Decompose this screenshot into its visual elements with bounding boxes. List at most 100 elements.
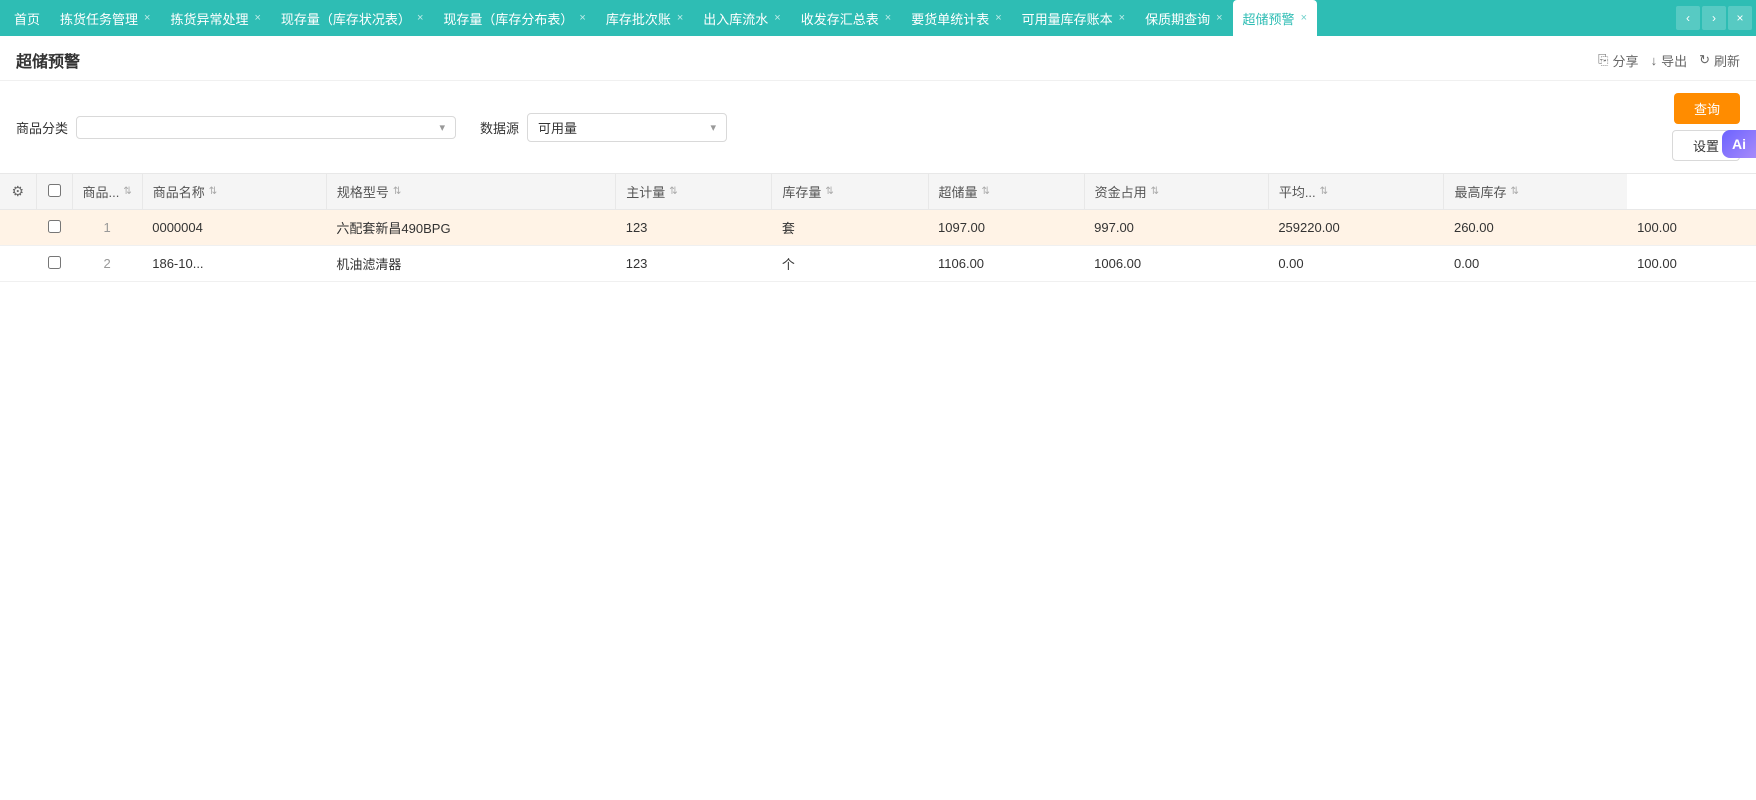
nav-close-icon[interactable]: × [254,12,260,24]
row-spec: 123 [616,246,772,282]
nav-item-拣货异常处理[interactable]: 拣货异常处理 × [160,0,270,36]
th-overflow[interactable]: 超储量 ⇅ [928,174,1084,210]
page-title: 超储预警 [16,48,80,72]
nav-item-首页[interactable]: 首页 [4,0,50,36]
row-gear-cell [0,246,36,282]
nav-item-现存量库存状况表[interactable]: 现存量（库存状况表） × [271,0,433,36]
nav-close-icon[interactable]: × [144,12,150,24]
nav-label: 首页 [14,9,40,28]
sort-unit[interactable]: 主计量 ⇅ [626,182,677,201]
th-product-code[interactable]: 商品... ⇅ [72,174,142,210]
datasource-label: 数据源 [480,118,519,137]
refresh-button[interactable]: ↻ 刷新 [1699,51,1740,70]
th-product-name-label: 商品名称 [153,182,205,201]
row-max-stock: 100.00 [1627,210,1756,246]
nav-label: 现存量（库存状况表） [281,9,411,28]
th-stock-label: 库存量 [782,182,821,201]
nav-label: 收发存汇总表 [801,9,879,28]
nav-next-button[interactable]: › [1702,6,1726,30]
nav-item-出入库流水[interactable]: 出入库流水× [693,0,790,36]
sort-capital[interactable]: 资金占用 ⇅ [1095,182,1159,201]
nav-close-icon[interactable]: × [885,12,891,24]
row-spec: 123 [616,210,772,246]
row-num: 2 [72,246,142,282]
nav-close-icon[interactable]: × [677,12,683,24]
nav-close-icon[interactable]: × [1119,12,1125,24]
th-avg[interactable]: 平均... ⇅ [1268,174,1444,210]
sort-icon-stock: ⇅ [825,186,833,197]
row-stock: 1106.00 [928,246,1084,282]
nav-item-可用量库存账本[interactable]: 可用量库存账本× [1012,0,1135,36]
th-capital[interactable]: 资金占用 ⇅ [1084,174,1268,210]
query-button[interactable]: 查询 [1674,93,1740,124]
sort-icon-product-name: ⇅ [209,186,217,197]
nav-label: 保质期查询 [1145,9,1210,28]
row-product-name: 六配套新昌490BPG [326,210,615,246]
row-avg: 260.00 [1444,210,1627,246]
nav-label: 库存批次账 [606,9,671,28]
nav-item-超储预警[interactable]: 超储预警 × [1233,0,1317,36]
row-product-name: 机油滤清器 [326,246,615,282]
nav-close-icon[interactable]: × [1301,12,1307,24]
share-button[interactable]: ⎘ 分享 [1598,51,1638,70]
nav-label: 超储预警 [1243,9,1295,28]
nav-close-icon[interactable]: × [1216,12,1222,24]
settings-icon[interactable]: ⚙ [11,183,24,199]
ai-badge[interactable]: Ai [1722,130,1756,158]
sort-stock[interactable]: 库存量 ⇅ [782,182,833,201]
nav-arrows: ‹ › × [1676,6,1752,30]
row-checkbox[interactable] [48,256,61,269]
th-setting: ⚙ [0,174,36,210]
sort-icon-capital: ⇅ [1151,186,1159,197]
sort-max-stock[interactable]: 最高库存 ⇅ [1454,182,1518,201]
datasource-select[interactable]: 可用量 ▾ [527,113,727,142]
row-max-stock: 100.00 [1627,246,1756,282]
row-unit: 套 [772,210,928,246]
th-overflow-label: 超储量 [939,182,978,201]
th-spec[interactable]: 规格型号 ⇅ [326,174,615,210]
refresh-icon: ↻ [1699,52,1710,68]
th-product-code-label: 商品... [83,182,120,201]
page-content: 超储预警 ⎘ 分享 ↓ 导出 ↻ 刷新 商品分类 ▾ 数据源 [0,36,1756,800]
sort-spec[interactable]: 规格型号 ⇅ [337,182,401,201]
table-row: 1 0000004 六配套新昌490BPG 123 套 1097.00 997.… [0,210,1756,246]
sort-product-name[interactable]: 商品名称 ⇅ [153,182,217,201]
nav-close-icon[interactable]: × [774,12,780,24]
row-checkbox[interactable] [48,220,61,233]
nav-item-现存量库存分布表[interactable]: 现存量（库存分布表） × [433,0,595,36]
table-body: 1 0000004 六配套新昌490BPG 123 套 1097.00 997.… [0,210,1756,282]
nav-item-拣货任务管理[interactable]: 拣货任务管理× [50,0,160,36]
sort-product-code[interactable]: 商品... ⇅ [83,182,132,201]
export-button[interactable]: ↓ 导出 [1651,51,1688,70]
nav-label: 现存量（库存分布表） [443,9,573,28]
export-icon: ↓ [1651,53,1658,68]
select-all-checkbox[interactable] [48,184,61,197]
nav-prev-button[interactable]: ‹ [1676,6,1700,30]
nav-item-要货单统计表[interactable]: 要货单统计表 × [901,0,1011,36]
sort-overflow[interactable]: 超储量 ⇅ [939,182,990,201]
th-product-name[interactable]: 商品名称 ⇅ [142,174,326,210]
data-table: ⚙ 商品... ⇅ 商品名称 ⇅ [0,173,1756,282]
row-unit: 个 [772,246,928,282]
row-gear-cell [0,210,36,246]
sort-icon-spec: ⇅ [393,186,401,197]
nav-close-button[interactable]: × [1728,6,1752,30]
datasource-value: 可用量 [538,118,577,137]
sort-avg[interactable]: 平均... ⇅ [1279,182,1328,201]
nav-label: 要货单统计表 [911,9,989,28]
th-avg-label: 平均... [1279,182,1316,201]
nav-close-icon[interactable]: × [579,12,585,24]
nav-item-库存批次账[interactable]: 库存批次账 × [596,0,693,36]
row-product-code: 0000004 [142,210,326,246]
th-stock[interactable]: 库存量 ⇅ [772,174,928,210]
nav-item-收发存汇总表[interactable]: 收发存汇总表 × [791,0,901,36]
nav-label: 拣货异常处理 [170,9,248,28]
nav-close-icon[interactable]: × [417,12,423,24]
th-capital-label: 资金占用 [1095,182,1147,201]
th-unit[interactable]: 主计量 ⇅ [616,174,772,210]
th-max-stock[interactable]: 最高库存 ⇅ [1444,174,1627,210]
datasource-filter: 数据源 可用量 ▾ [480,113,727,142]
nav-close-icon[interactable]: × [995,12,1001,24]
nav-item-保质期查询[interactable]: 保质期查询 × [1135,0,1232,36]
category-select[interactable]: ▾ [76,116,456,139]
